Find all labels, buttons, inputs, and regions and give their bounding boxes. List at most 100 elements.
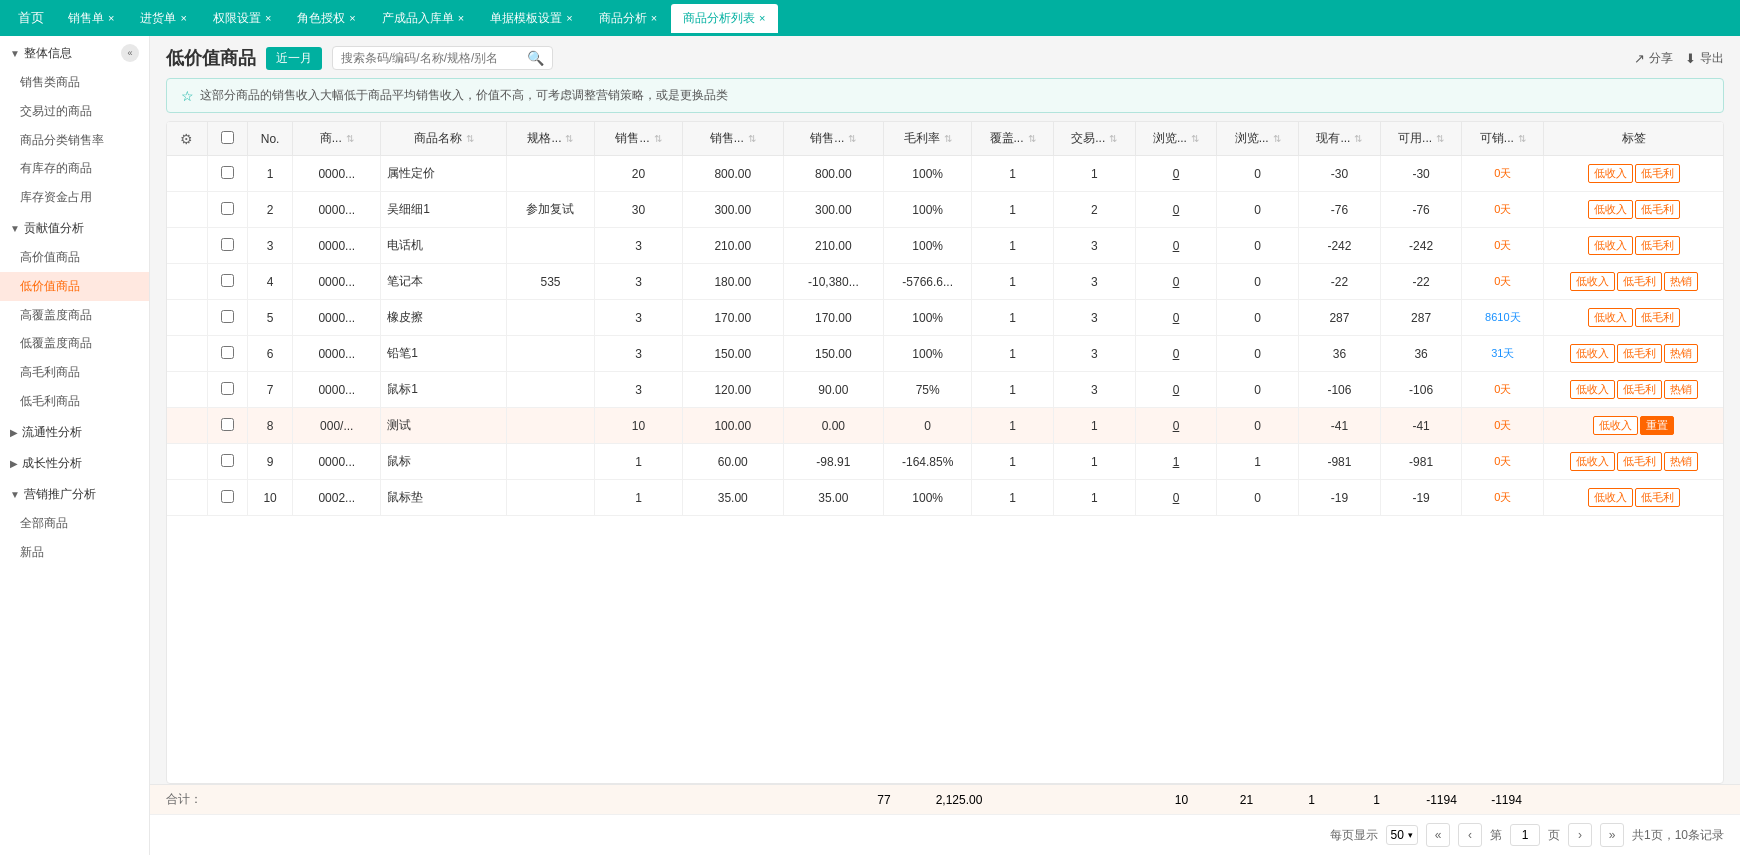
row-browse1[interactable]: 0 (1135, 264, 1217, 300)
sidebar-item-category-rate[interactable]: 商品分类销售率 (0, 126, 149, 155)
close-icon-5[interactable]: × (566, 12, 572, 24)
nav-tab-7[interactable]: 商品分析列表 × (671, 4, 777, 33)
th-sales-qty[interactable]: 销售...⇅ (594, 122, 682, 156)
sidebar-item-stock-capital[interactable]: 库存资金占用 (0, 183, 149, 212)
nav-tab-5[interactable]: 单据模板设置 × (478, 4, 584, 33)
nav-tab-3[interactable]: 角色授权 × (285, 4, 367, 33)
browse-link[interactable]: 0 (1173, 419, 1180, 433)
th-sales-price[interactable]: 销售...⇅ (683, 122, 784, 156)
row-browse1[interactable]: 0 (1135, 192, 1217, 228)
close-icon-6[interactable]: × (651, 12, 657, 24)
row-checkbox[interactable] (221, 454, 234, 467)
row-check-cell[interactable] (207, 336, 247, 372)
row-checkbox[interactable] (221, 202, 234, 215)
nav-tab-2[interactable]: 权限设置 × (201, 4, 283, 33)
row-checkbox[interactable] (221, 490, 234, 503)
table-container[interactable]: ⚙ No. 商...⇅ 商品名称⇅ 规格...⇅ (166, 121, 1724, 784)
sidebar-item-low-margin[interactable]: 低毛利商品 (0, 387, 149, 416)
search-input[interactable] (341, 51, 521, 65)
th-browse2[interactable]: 浏览...⇅ (1217, 122, 1299, 156)
sidebar-item-low-value[interactable]: 低价值商品 (0, 272, 149, 301)
browse-link[interactable]: 0 (1173, 347, 1180, 361)
search-icon[interactable]: 🔍 (527, 50, 544, 66)
row-check-cell[interactable] (207, 192, 247, 228)
browse-link[interactable]: 0 (1173, 275, 1180, 289)
sidebar-item-low-cover[interactable]: 低覆盖度商品 (0, 329, 149, 358)
row-check-cell[interactable] (207, 372, 247, 408)
nav-tab-4[interactable]: 产成品入库单 × (370, 4, 476, 33)
th-name[interactable]: 商品名称⇅ (381, 122, 507, 156)
browse-link[interactable]: 0 (1173, 383, 1180, 397)
row-checkbox[interactable] (221, 166, 234, 179)
sidebar-item-new-goods[interactable]: 新品 (0, 538, 149, 567)
th-code[interactable]: 商...⇅ (293, 122, 381, 156)
row-browse1[interactable]: 0 (1135, 228, 1217, 264)
th-spec[interactable]: 规格...⇅ (506, 122, 594, 156)
browse-link[interactable]: 0 (1173, 311, 1180, 325)
browse-link[interactable]: 0 (1173, 239, 1180, 253)
prev-page-btn[interactable]: ‹ (1458, 823, 1482, 847)
row-browse1[interactable]: 1 (1135, 444, 1217, 480)
row-check-cell[interactable] (207, 408, 247, 444)
sidebar-item-high-margin[interactable]: 高毛利商品 (0, 358, 149, 387)
sidebar-group-marketing[interactable]: ▼ 营销推广分析 (0, 478, 149, 509)
sidebar-group-overall[interactable]: ▼ 整体信息 « (0, 36, 149, 68)
first-page-btn[interactable]: « (1426, 823, 1450, 847)
select-all-checkbox[interactable] (221, 131, 234, 144)
gear-icon[interactable]: ⚙ (180, 131, 193, 147)
th-check[interactable] (207, 122, 247, 156)
th-stock1[interactable]: 现有...⇅ (1299, 122, 1381, 156)
nav-tab-6[interactable]: 商品分析 × (587, 4, 669, 33)
th-margin[interactable]: 毛利率⇅ (884, 122, 972, 156)
row-checkbox[interactable] (221, 382, 234, 395)
row-checkbox[interactable] (221, 238, 234, 251)
th-stock2[interactable]: 可用...⇅ (1380, 122, 1462, 156)
page-number-input[interactable] (1510, 824, 1540, 846)
th-sales-amount[interactable]: 销售...⇅ (783, 122, 884, 156)
sidebar-item-all-goods[interactable]: 全部商品 (0, 509, 149, 538)
sidebar-group-circulation[interactable]: ▶ 流通性分析 (0, 416, 149, 447)
row-checkbox[interactable] (221, 274, 234, 287)
row-check-cell[interactable] (207, 480, 247, 516)
row-check-cell[interactable] (207, 156, 247, 192)
browse-link[interactable]: 0 (1173, 203, 1180, 217)
browse-link[interactable]: 0 (1173, 491, 1180, 505)
nav-tab-0[interactable]: 销售单 × (56, 4, 126, 33)
sidebar-item-high-cover[interactable]: 高覆盖度商品 (0, 301, 149, 330)
nav-home[interactable]: 首页 (8, 3, 54, 33)
sidebar-collapse-btn[interactable]: « (121, 44, 139, 62)
row-browse1[interactable]: 0 (1135, 480, 1217, 516)
row-check-cell[interactable] (207, 444, 247, 480)
sidebar-item-stocked-goods[interactable]: 有库存的商品 (0, 154, 149, 183)
row-browse1[interactable]: 0 (1135, 300, 1217, 336)
row-browse1[interactable]: 0 (1135, 156, 1217, 192)
sidebar-item-high-value[interactable]: 高价值商品 (0, 243, 149, 272)
time-filter-btn[interactable]: 近一月 (266, 47, 322, 70)
th-stock3[interactable]: 可销...⇅ (1462, 122, 1544, 156)
row-browse1[interactable]: 0 (1135, 336, 1217, 372)
share-btn[interactable]: ↗ 分享 (1634, 50, 1673, 67)
next-page-btn[interactable]: › (1568, 823, 1592, 847)
row-browse1[interactable]: 0 (1135, 408, 1217, 444)
close-icon-1[interactable]: × (180, 12, 186, 24)
per-page-select[interactable]: 50 ▾ (1386, 825, 1418, 845)
close-icon-3[interactable]: × (349, 12, 355, 24)
row-checkbox[interactable] (221, 310, 234, 323)
close-icon-4[interactable]: × (458, 12, 464, 24)
row-checkbox[interactable] (221, 418, 234, 431)
row-check-cell[interactable] (207, 300, 247, 336)
row-browse1[interactable]: 0 (1135, 372, 1217, 408)
browse-link[interactable]: 0 (1173, 167, 1180, 181)
row-check-cell[interactable] (207, 264, 247, 300)
th-trade[interactable]: 交易...⇅ (1053, 122, 1135, 156)
sidebar-group-contrib[interactable]: ▼ 贡献值分析 (0, 212, 149, 243)
row-check-cell[interactable] (207, 228, 247, 264)
close-icon-0[interactable]: × (108, 12, 114, 24)
th-cover[interactable]: 覆盖...⇅ (972, 122, 1054, 156)
browse-link[interactable]: 1 (1173, 455, 1180, 469)
sidebar-group-growth[interactable]: ▶ 成长性分析 (0, 447, 149, 478)
th-browse1[interactable]: 浏览...⇅ (1135, 122, 1217, 156)
nav-tab-1[interactable]: 进货单 × (128, 4, 198, 33)
sidebar-item-sales-goods[interactable]: 销售类商品 (0, 68, 149, 97)
row-checkbox[interactable] (221, 346, 234, 359)
